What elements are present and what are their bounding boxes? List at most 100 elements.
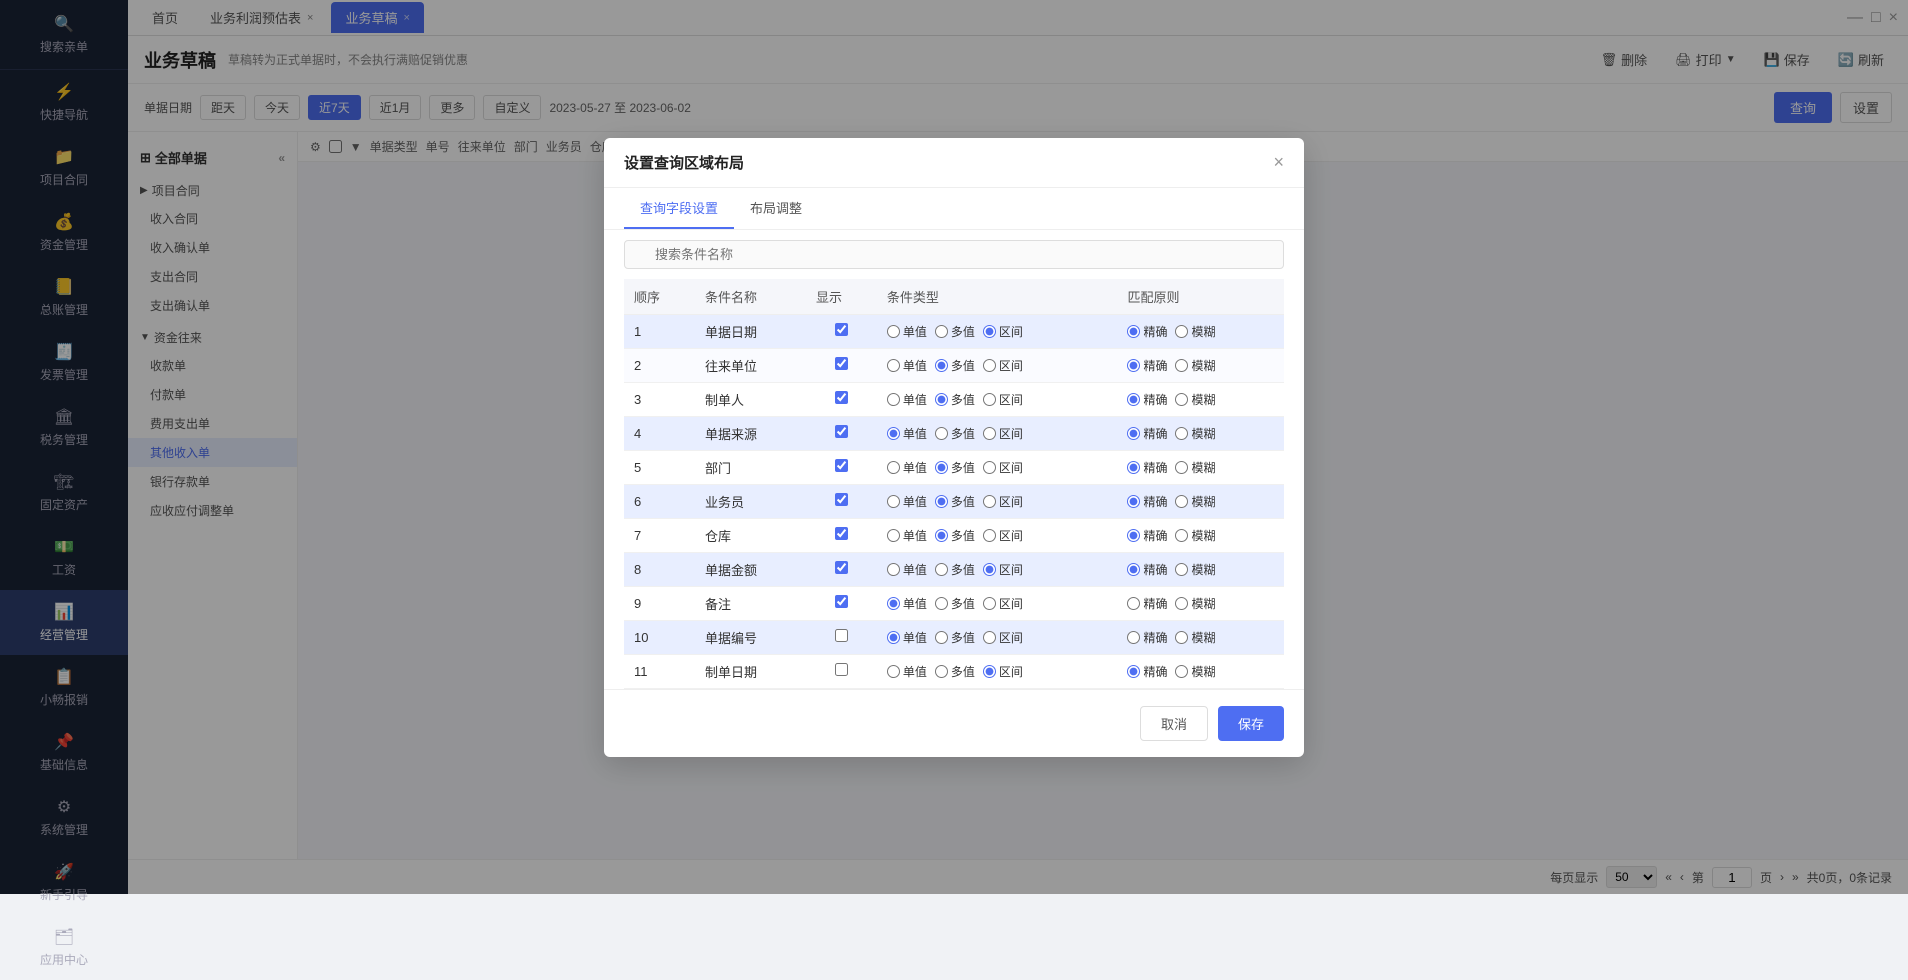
- radio-single[interactable]: [887, 529, 900, 542]
- radio-single[interactable]: [887, 665, 900, 678]
- radio-multi[interactable]: [935, 325, 948, 338]
- radio-single[interactable]: [887, 393, 900, 406]
- cell-match: 精确 模糊: [1117, 654, 1284, 688]
- radio-exact[interactable]: [1127, 427, 1140, 440]
- sidebar-item-appstore[interactable]: 🗂 应用中心: [0, 915, 128, 980]
- radio-multi[interactable]: [935, 359, 948, 372]
- radio-range[interactable]: [983, 427, 996, 440]
- modal-tab-fields[interactable]: 查询字段设置: [624, 188, 734, 229]
- radio-exact[interactable]: [1127, 665, 1140, 678]
- radio-multi[interactable]: [935, 665, 948, 678]
- radio-exact[interactable]: [1127, 631, 1140, 644]
- cell-type: 单值 多值 区间: [877, 314, 1118, 348]
- radio-multi[interactable]: [935, 597, 948, 610]
- cell-type: 单值 多值 区间: [877, 484, 1118, 518]
- display-checkbox[interactable]: [835, 493, 848, 506]
- radio-range[interactable]: [983, 461, 996, 474]
- radio-range[interactable]: [983, 563, 996, 576]
- table-row: 10 单据编号 单值 多值 区间 精确 模糊: [624, 620, 1284, 654]
- display-checkbox[interactable]: [835, 357, 848, 370]
- save-button[interactable]: 保存: [1218, 706, 1284, 741]
- radio-fuzzy[interactable]: [1175, 529, 1188, 542]
- radio-fuzzy[interactable]: [1175, 325, 1188, 338]
- radio-exact[interactable]: [1127, 393, 1140, 406]
- modal-footer: 取消 保存: [604, 689, 1304, 757]
- cell-display: [806, 654, 877, 688]
- radio-range[interactable]: [983, 495, 996, 508]
- cell-name: 业务员: [695, 484, 806, 518]
- radio-single[interactable]: [887, 427, 900, 440]
- radio-single[interactable]: [887, 631, 900, 644]
- radio-single[interactable]: [887, 461, 900, 474]
- cell-match: 精确 模糊: [1117, 348, 1284, 382]
- radio-fuzzy[interactable]: [1175, 597, 1188, 610]
- radio-multi[interactable]: [935, 529, 948, 542]
- display-checkbox[interactable]: [835, 425, 848, 438]
- cell-match: 精确 模糊: [1117, 314, 1284, 348]
- sidebar-label-appstore: 应用中心: [40, 951, 88, 968]
- modal-overlay: 设置查询区域布局 × 查询字段设置 布局调整 🔍 顺序 条件名称 显示 条件类型: [0, 0, 1908, 894]
- cell-type: 单值 多值 区间: [877, 654, 1118, 688]
- display-checkbox[interactable]: [835, 391, 848, 404]
- radio-range[interactable]: [983, 529, 996, 542]
- radio-fuzzy[interactable]: [1175, 393, 1188, 406]
- cell-order: 4: [624, 416, 695, 450]
- radio-range[interactable]: [983, 665, 996, 678]
- cell-display: [806, 484, 877, 518]
- radio-range[interactable]: [983, 359, 996, 372]
- radio-fuzzy[interactable]: [1175, 495, 1188, 508]
- cell-order: 1: [624, 314, 695, 348]
- radio-fuzzy[interactable]: [1175, 359, 1188, 372]
- cell-order: 6: [624, 484, 695, 518]
- th-name: 条件名称: [695, 279, 806, 315]
- display-checkbox[interactable]: [835, 527, 848, 540]
- radio-multi[interactable]: [935, 461, 948, 474]
- cell-type: 单值 多值 区间: [877, 518, 1118, 552]
- display-checkbox[interactable]: [835, 595, 848, 608]
- radio-fuzzy[interactable]: [1175, 563, 1188, 576]
- radio-multi[interactable]: [935, 563, 948, 576]
- radio-single[interactable]: [887, 563, 900, 576]
- radio-exact[interactable]: [1127, 495, 1140, 508]
- radio-multi[interactable]: [935, 427, 948, 440]
- radio-single[interactable]: [887, 495, 900, 508]
- radio-exact[interactable]: [1127, 563, 1140, 576]
- radio-fuzzy[interactable]: [1175, 461, 1188, 474]
- display-checkbox[interactable]: [835, 663, 848, 676]
- radio-multi[interactable]: [935, 631, 948, 644]
- modal-close-btn[interactable]: ×: [1273, 152, 1284, 173]
- search-wrap: 🔍: [624, 240, 1284, 269]
- cell-order: 5: [624, 450, 695, 484]
- radio-single[interactable]: [887, 359, 900, 372]
- cancel-button[interactable]: 取消: [1140, 706, 1208, 741]
- radio-fuzzy[interactable]: [1175, 631, 1188, 644]
- modal-search-input[interactable]: [624, 240, 1284, 269]
- radio-multi[interactable]: [935, 495, 948, 508]
- radio-fuzzy[interactable]: [1175, 665, 1188, 678]
- radio-multi[interactable]: [935, 393, 948, 406]
- cell-order: 8: [624, 552, 695, 586]
- radio-range[interactable]: [983, 597, 996, 610]
- table-row: 8 单据金额 单值 多值 区间 精确 模糊: [624, 552, 1284, 586]
- table-row: 1 单据日期 单值 多值 区间 精确 模糊: [624, 314, 1284, 348]
- radio-range[interactable]: [983, 393, 996, 406]
- radio-exact[interactable]: [1127, 359, 1140, 372]
- radio-single[interactable]: [887, 325, 900, 338]
- radio-range[interactable]: [983, 325, 996, 338]
- display-checkbox[interactable]: [835, 629, 848, 642]
- radio-single[interactable]: [887, 597, 900, 610]
- display-checkbox[interactable]: [835, 459, 848, 472]
- radio-fuzzy[interactable]: [1175, 427, 1188, 440]
- modal-tab-layout[interactable]: 布局调整: [734, 188, 818, 229]
- table-row: 6 业务员 单值 多值 区间 精确 模糊: [624, 484, 1284, 518]
- cell-name: 往来单位: [695, 348, 806, 382]
- radio-exact[interactable]: [1127, 529, 1140, 542]
- radio-exact[interactable]: [1127, 325, 1140, 338]
- radio-exact[interactable]: [1127, 461, 1140, 474]
- radio-range[interactable]: [983, 631, 996, 644]
- radio-exact[interactable]: [1127, 597, 1140, 610]
- cell-name: 备注: [695, 586, 806, 620]
- display-checkbox[interactable]: [835, 323, 848, 336]
- display-checkbox[interactable]: [835, 561, 848, 574]
- cell-name: 仓库: [695, 518, 806, 552]
